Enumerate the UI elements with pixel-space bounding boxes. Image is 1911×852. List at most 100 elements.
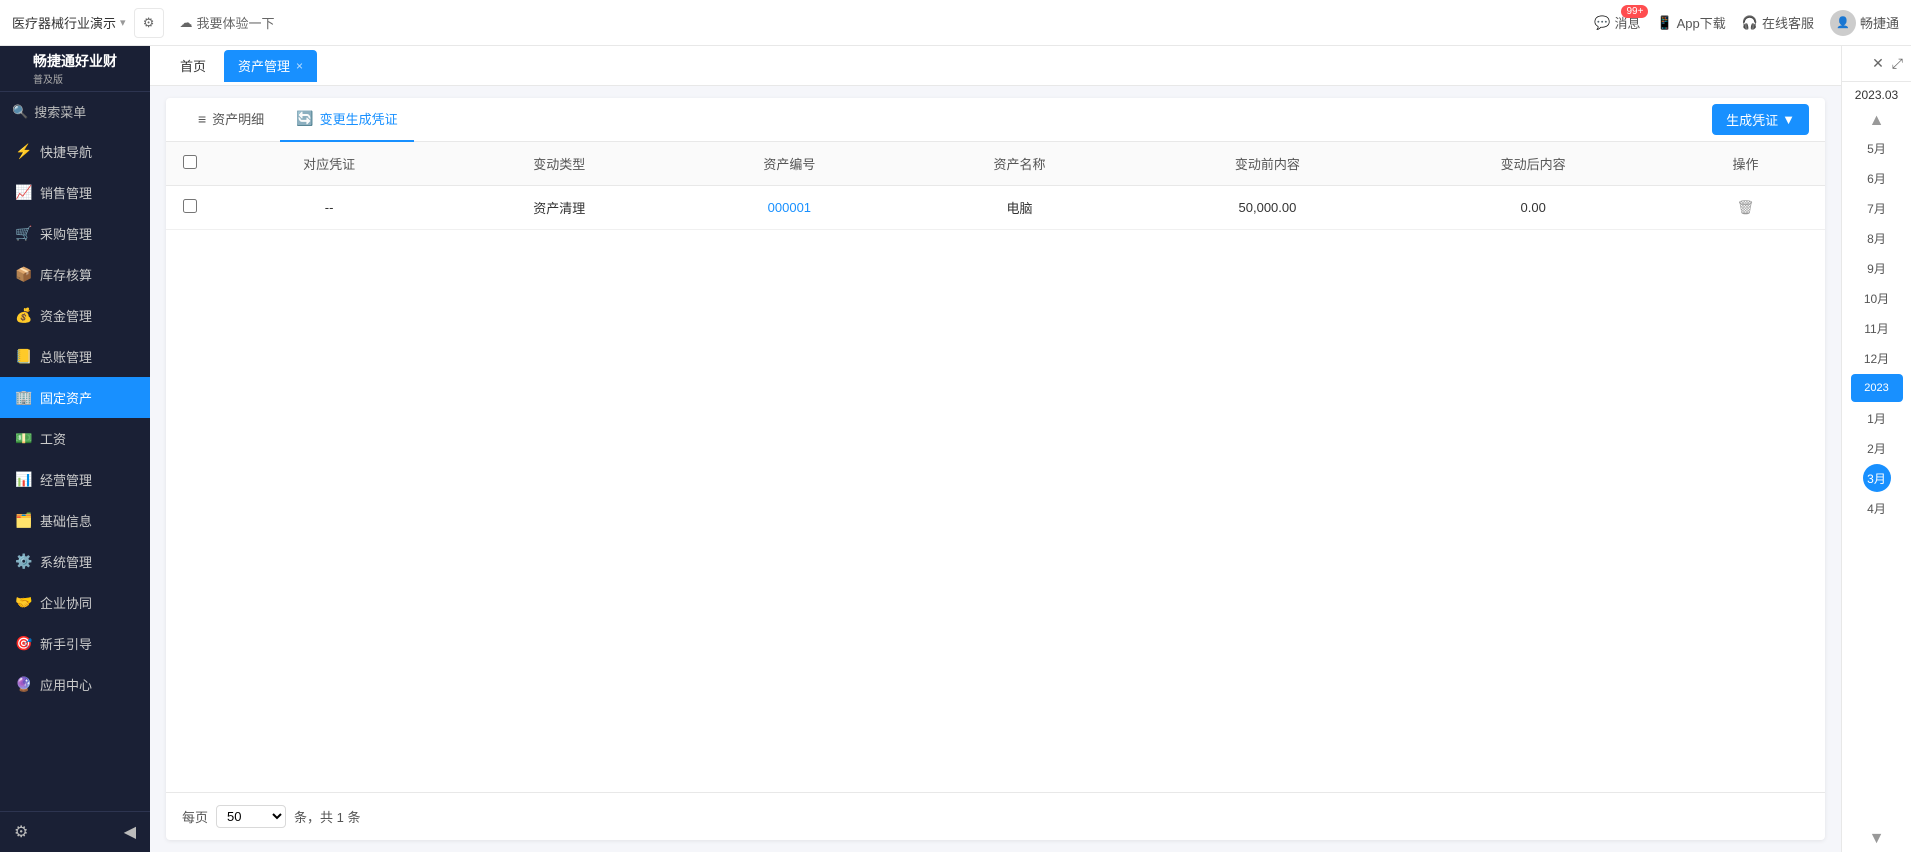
- tab-close-button[interactable]: ×: [296, 59, 303, 73]
- sidebar: 畅捷通好业财 普及版 🔍 搜索菜单 ⚡ 快捷导航 📈 销售管理 🛒 采购管理 📦: [0, 46, 150, 852]
- sidebar-item-base-info[interactable]: 🗂️ 基础信息: [0, 500, 150, 541]
- sub-tab2-label: 变更生成凭证: [320, 109, 398, 128]
- right-panel-header: ✕ ⤢: [1842, 46, 1911, 82]
- close-panel-button[interactable]: ✕: [1872, 55, 1884, 72]
- th-checkbox: [166, 142, 214, 186]
- app-download-button[interactable]: 📱 App下载: [1656, 13, 1725, 32]
- gear-icon: ⚙: [143, 15, 155, 31]
- total-label: 条，共 1 条: [294, 807, 360, 826]
- month-8[interactable]: 8月: [1851, 224, 1903, 252]
- sidebar-nav: ⚡ 快捷导航 📈 销售管理 🛒 采购管理 📦 库存核算 💰 资金管理 📒: [0, 131, 150, 811]
- month-6[interactable]: 6月: [1851, 164, 1903, 192]
- sidebar-item-finance[interactable]: 💰 资金管理: [0, 295, 150, 336]
- delete-button[interactable]: 🗑: [1737, 199, 1755, 215]
- th-operation: 操作: [1666, 142, 1825, 186]
- sidebar-item-sales[interactable]: 📈 销售管理: [0, 172, 150, 213]
- sidebar-item-guide[interactable]: 🎯 新手引导: [0, 623, 150, 664]
- chevron-down-icon: ▾: [120, 16, 126, 29]
- month-2023-1[interactable]: 1月: [1851, 404, 1903, 432]
- company-selector[interactable]: 医疗器械行业演示 ▾: [12, 13, 126, 32]
- avatar-icon: 👤: [1830, 10, 1856, 36]
- search-icon: 🔍: [12, 104, 28, 120]
- tab-home[interactable]: 首页: [166, 50, 220, 82]
- row-change-type: 资产清理: [444, 186, 674, 230]
- scroll-down-arrow[interactable]: ▼: [1842, 826, 1911, 852]
- app-center-icon: 🔮: [16, 677, 32, 693]
- month-9[interactable]: 9月: [1851, 254, 1903, 282]
- month-5[interactable]: 5月: [1851, 134, 1903, 162]
- guide-icon: 🎯: [16, 636, 32, 652]
- experience-button[interactable]: ☁ 我要体验一下: [180, 13, 275, 32]
- nav-label: 总账管理: [40, 347, 92, 366]
- operations-icon: 📊: [16, 472, 32, 488]
- sidebar-item-purchase[interactable]: 🛒 采购管理: [0, 213, 150, 254]
- page-size-select[interactable]: 10 20 50 100: [216, 805, 286, 828]
- month-10[interactable]: 10月: [1851, 284, 1903, 312]
- sub-tab-generate-voucher[interactable]: 🔄 变更生成凭证: [280, 98, 413, 142]
- list-icon: ≡: [198, 111, 206, 127]
- nav-label: 基础信息: [40, 511, 92, 530]
- year-2023-label[interactable]: 2023: [1851, 374, 1903, 402]
- app-download-label: App下载: [1677, 13, 1726, 32]
- month-11[interactable]: 11月: [1851, 314, 1903, 342]
- row-asset-code: 000001: [674, 186, 904, 230]
- month-12[interactable]: 12月: [1851, 344, 1903, 372]
- active-tab-label: 资产管理: [238, 56, 290, 75]
- sidebar-item-payroll[interactable]: 💵 工资: [0, 418, 150, 459]
- row-before-change: 50,000.00: [1135, 186, 1401, 230]
- row-operation: 🗑: [1666, 186, 1825, 230]
- month-2023-4[interactable]: 4月: [1851, 494, 1903, 522]
- headset-icon: 🎧: [1742, 15, 1758, 31]
- month-2023-2[interactable]: 2月: [1851, 434, 1903, 462]
- th-asset-name: 资产名称: [904, 142, 1134, 186]
- company-name: 医疗器械行业演示: [12, 13, 116, 32]
- th-after-change: 变动后内容: [1400, 142, 1666, 186]
- expand-panel-button[interactable]: ⤢: [1892, 55, 1903, 72]
- data-table: 对应凭证 变动类型 资产编号 资产名称: [166, 142, 1825, 230]
- month-2023-3[interactable]: 3月: [1863, 464, 1891, 492]
- sidebar-footer: ⚙ ◀: [0, 811, 150, 852]
- row-voucher: --: [214, 186, 444, 230]
- sub-tabs-right: 生成凭证 ▼: [1712, 104, 1809, 135]
- per-page-label: 每页: [182, 807, 208, 826]
- ledger-icon: 📒: [16, 349, 32, 365]
- brand-name: 畅捷通好业财: [33, 51, 117, 71]
- sub-tab1-label: 资产明细: [212, 109, 264, 128]
- sub-tab-asset-detail[interactable]: ≡ 资产明细: [182, 98, 280, 142]
- main-card: ≡ 资产明细 🔄 变更生成凭证 生成凭证 ▼: [166, 98, 1825, 840]
- year-month-label: 2023.03: [1842, 82, 1911, 108]
- customer-service-button[interactable]: 🎧 在线客服: [1742, 13, 1814, 32]
- month-7[interactable]: 7月: [1851, 194, 1903, 222]
- footer-collapse-button[interactable]: ◀: [124, 822, 136, 842]
- sidebar-item-quick-nav[interactable]: ⚡ 快捷导航: [0, 131, 150, 172]
- finance-icon: 💰: [16, 308, 32, 324]
- sidebar-item-fixed-assets[interactable]: 🏢 固定资产: [0, 377, 150, 418]
- header-left: 医疗器械行业演示 ▾ ⚙ ☁ 我要体验一下: [12, 8, 275, 38]
- sidebar-item-ledger[interactable]: 📒 总账管理: [0, 336, 150, 377]
- sidebar-item-operations[interactable]: 📊 经营管理: [0, 459, 150, 500]
- footer-settings-button[interactable]: ⚙: [14, 822, 28, 842]
- user-avatar[interactable]: 👤 畅捷通: [1830, 10, 1899, 36]
- generate-voucher-button[interactable]: 生成凭证 ▼: [1712, 104, 1809, 135]
- nav-label: 新手引导: [40, 634, 92, 653]
- sidebar-item-app-center[interactable]: 🔮 应用中心: [0, 664, 150, 705]
- messages-badge: 99+: [1621, 5, 1648, 18]
- nav-label: 快捷导航: [40, 142, 92, 161]
- sidebar-search[interactable]: 🔍 搜索菜单: [0, 92, 150, 131]
- month-list: 5月 6月 7月 8月 9月 10月 11月 12月 2023 1月 2月 3月…: [1842, 134, 1911, 826]
- select-all-checkbox[interactable]: [183, 155, 197, 169]
- messages-button[interactable]: 💬 消息 99+: [1594, 13, 1640, 32]
- settings-button[interactable]: ⚙: [134, 8, 164, 38]
- sidebar-item-cooperation[interactable]: 🤝 企业协同: [0, 582, 150, 623]
- tab-asset-management[interactable]: 资产管理 ×: [224, 50, 317, 82]
- row-asset-name: 电脑: [904, 186, 1134, 230]
- sub-tabs: ≡ 资产明细 🔄 变更生成凭证 生成凭证 ▼: [166, 98, 1825, 142]
- sidebar-item-system[interactable]: ⚙️ 系统管理: [0, 541, 150, 582]
- table-row: -- 资产清理 000001 电脑 50,000.00 0.00 🗑: [166, 186, 1825, 230]
- cloud-icon: ☁: [180, 15, 193, 31]
- row-checkbox[interactable]: [183, 199, 197, 213]
- scroll-up-arrow[interactable]: ▲: [1842, 108, 1911, 134]
- row-after-change: 0.00: [1400, 186, 1666, 230]
- customer-service-label: 在线客服: [1762, 13, 1814, 32]
- sidebar-item-inventory[interactable]: 📦 库存核算: [0, 254, 150, 295]
